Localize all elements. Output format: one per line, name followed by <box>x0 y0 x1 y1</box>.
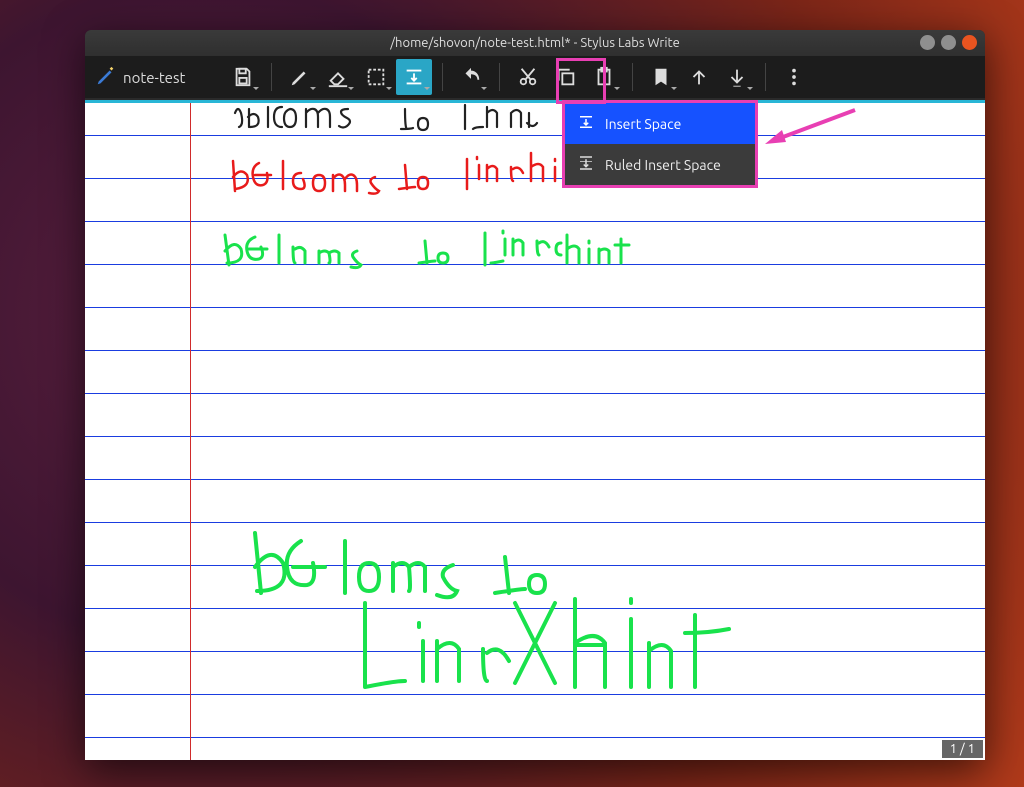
prev-page-button[interactable] <box>681 59 717 95</box>
app-window: /home/shovon/note-test.html* - Stylus La… <box>85 30 985 760</box>
titlebar[interactable]: /home/shovon/note-test.html* - Stylus La… <box>85 30 985 56</box>
ruled-insert-space-icon <box>577 154 595 175</box>
maximize-button[interactable] <box>941 35 956 50</box>
overflow-menu-button[interactable] <box>776 59 812 95</box>
toolbar-divider <box>499 63 500 91</box>
window-controls <box>920 35 977 50</box>
save-button[interactable] <box>225 59 261 95</box>
bookmark-button[interactable] <box>643 59 679 95</box>
document-tab-label: note-test <box>123 69 185 86</box>
eraser-tool-button[interactable] <box>320 59 356 95</box>
close-button[interactable] <box>962 35 977 50</box>
toolbar-divider <box>442 63 443 91</box>
paste-button[interactable] <box>586 59 622 95</box>
toolbar: note-test <box>85 56 985 100</box>
desktop-background: /home/shovon/note-test.html* - Stylus La… <box>0 0 1024 787</box>
menu-item-label: Insert Space <box>605 116 681 132</box>
insert-space-menu: Insert Space Ruled Insert Space <box>562 100 758 188</box>
note-canvas[interactable]: 1 / 1 <box>85 100 985 760</box>
insert-space-button[interactable] <box>396 59 432 95</box>
minimize-button[interactable] <box>920 35 935 50</box>
window-title: /home/shovon/note-test.html* - Stylus La… <box>91 36 979 50</box>
pen-tool-button[interactable] <box>282 59 318 95</box>
toolbar-divider <box>765 63 766 91</box>
toolbar-divider <box>271 63 272 91</box>
next-page-button[interactable] <box>719 59 755 95</box>
menu-item-label: Ruled Insert Space <box>605 157 721 173</box>
handwriting-ink <box>85 103 985 760</box>
page-indicator: 1 / 1 <box>942 740 983 758</box>
select-tool-button[interactable] <box>358 59 394 95</box>
copy-button[interactable] <box>548 59 584 95</box>
undo-button[interactable] <box>453 59 489 95</box>
pen-icon <box>95 65 117 90</box>
menu-item-ruled-insert-space[interactable]: Ruled Insert Space <box>565 144 755 185</box>
menu-item-insert-space[interactable]: Insert Space <box>565 103 755 144</box>
cut-button[interactable] <box>510 59 546 95</box>
toolbar-divider <box>632 63 633 91</box>
document-tab[interactable]: note-test <box>91 65 193 90</box>
insert-space-icon <box>577 113 595 134</box>
